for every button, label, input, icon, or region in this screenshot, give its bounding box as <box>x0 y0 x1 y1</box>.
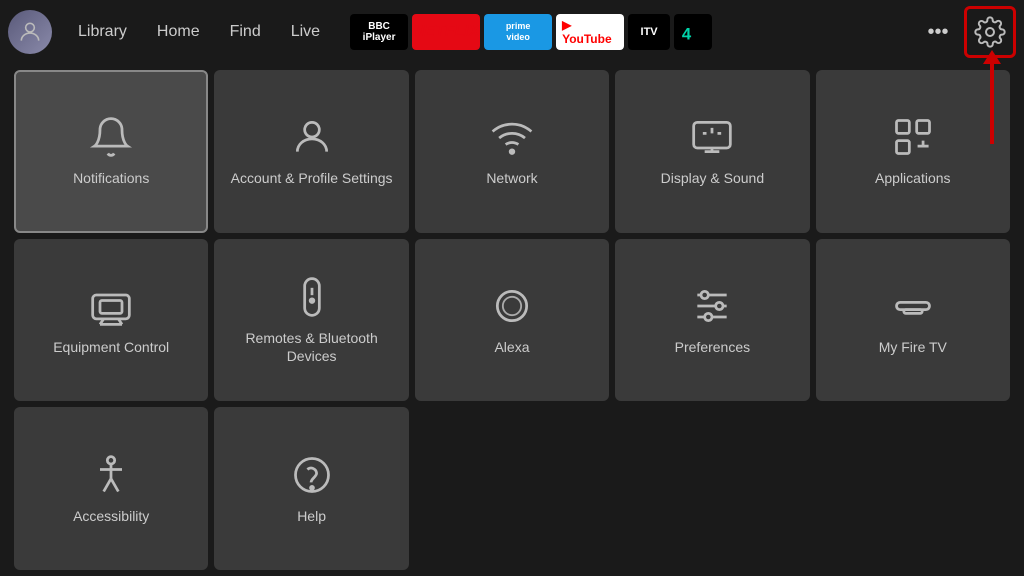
more-button[interactable]: ••• <box>920 14 956 50</box>
notifications-label: Notifications <box>67 169 155 187</box>
sliders-icon <box>690 284 734 328</box>
nav-links: Library Home Find Live <box>64 17 334 47</box>
my-fire-tv-label: My Fire TV <box>873 338 953 356</box>
app-itv[interactable]: ITV <box>628 14 670 50</box>
empty-tile-5 <box>816 407 1010 570</box>
tv-icon <box>89 284 133 328</box>
settings-grid: Notifications Account & Profile Settings… <box>0 64 1024 576</box>
tile-preferences[interactable]: Preferences <box>615 239 809 402</box>
wifi-icon <box>490 115 534 159</box>
apps-icon <box>891 115 935 159</box>
avatar <box>8 10 52 54</box>
nav-home[interactable]: Home <box>143 17 214 47</box>
tile-display-sound[interactable]: Display & Sound <box>615 70 809 233</box>
help-label: Help <box>291 507 332 525</box>
app-bbc[interactable]: BBCiPlayer <box>350 14 408 50</box>
app-prime[interactable]: primevideo <box>484 14 552 50</box>
nav-live[interactable]: Live <box>277 17 334 47</box>
accessibility-icon <box>89 453 133 497</box>
tile-my-fire-tv[interactable]: My Fire TV <box>816 239 1010 402</box>
tile-remotes[interactable]: Remotes & Bluetooth Devices <box>214 239 408 402</box>
tile-alexa[interactable]: Alexa <box>415 239 609 402</box>
tile-equipment-control[interactable]: Equipment Control <box>14 239 208 402</box>
firetv-icon <box>891 284 935 328</box>
preferences-label: Preferences <box>669 338 756 356</box>
svg-text:4: 4 <box>682 24 692 43</box>
tile-network[interactable]: Network <box>415 70 609 233</box>
alexa-label: Alexa <box>488 338 535 356</box>
empty-tile-4 <box>615 407 809 570</box>
display-sound-label: Display & Sound <box>655 169 771 187</box>
tile-help[interactable]: Help <box>214 407 408 570</box>
accessibility-label: Accessibility <box>67 507 155 525</box>
help-icon <box>290 453 334 497</box>
nav-library[interactable]: Library <box>64 17 141 47</box>
topbar: Library Home Find Live BBCiPlayer NETFLI… <box>0 0 1024 64</box>
app-ch4[interactable]: 4 <box>674 14 712 50</box>
remote-icon <box>290 275 334 319</box>
nav-find[interactable]: Find <box>216 17 275 47</box>
person-icon <box>290 115 334 159</box>
equipment-control-label: Equipment Control <box>47 338 175 356</box>
remotes-label: Remotes & Bluetooth Devices <box>214 329 408 365</box>
account-label: Account & Profile Settings <box>225 169 399 187</box>
network-label: Network <box>480 169 543 187</box>
alexa-icon <box>490 284 534 328</box>
red-arrow-indicator <box>990 64 994 144</box>
tile-account[interactable]: Account & Profile Settings <box>214 70 408 233</box>
app-youtube[interactable]: ▶ YouTube <box>556 14 624 50</box>
display-icon <box>690 115 734 159</box>
bell-icon <box>89 115 133 159</box>
tile-notifications[interactable]: Notifications <box>14 70 208 233</box>
applications-label: Applications <box>869 169 957 187</box>
app-icons-bar: BBCiPlayer NETFLIX primevideo ▶ YouTube … <box>350 14 916 50</box>
tile-accessibility[interactable]: Accessibility <box>14 407 208 570</box>
empty-tile-3 <box>415 407 609 570</box>
app-netflix[interactable]: NETFLIX <box>412 14 480 50</box>
tile-applications[interactable]: Applications <box>816 70 1010 233</box>
